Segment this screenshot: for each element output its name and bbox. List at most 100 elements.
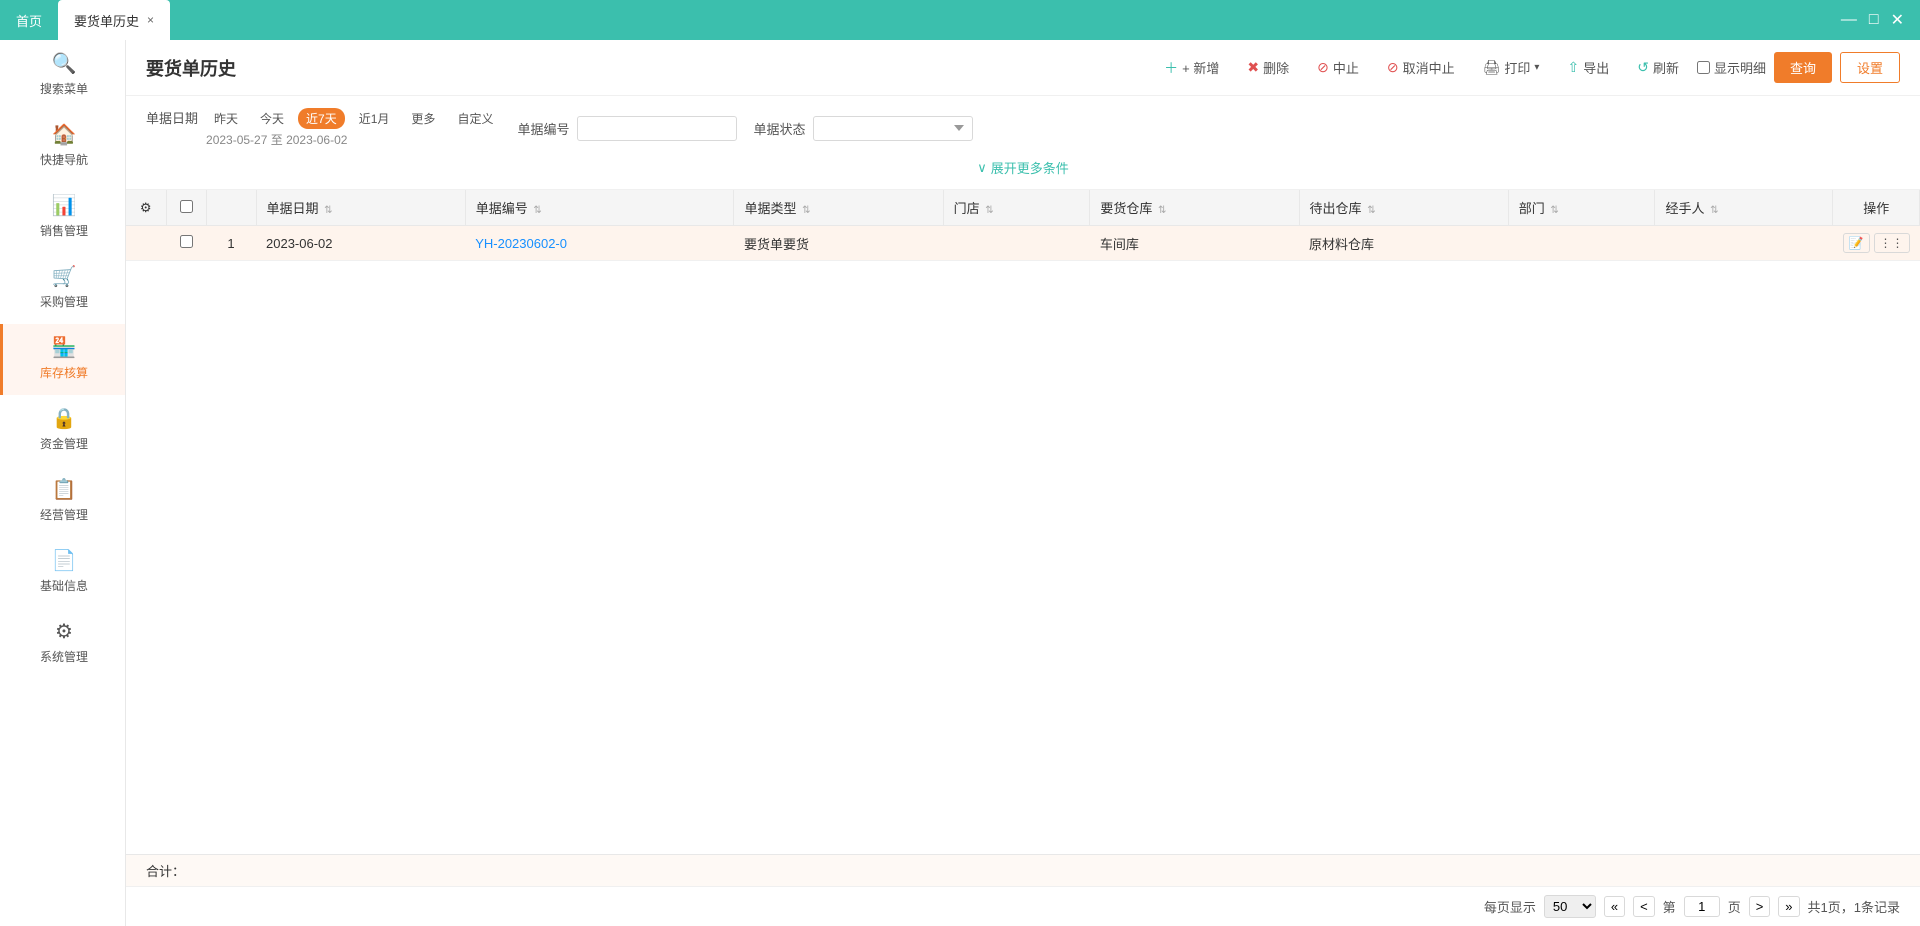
row-checkbox[interactable] (180, 235, 193, 248)
chip-custom[interactable]: 自定义 (449, 108, 501, 129)
row-more-button[interactable]: ⋮⋮ (1874, 233, 1910, 253)
chip-yesterday[interactable]: 昨天 (206, 108, 246, 129)
stop-button[interactable]: ⊘ 中止 (1307, 53, 1369, 82)
sort-type-icon[interactable]: ⇅ (802, 205, 810, 216)
td-num: 1 (206, 226, 256, 261)
td-settings (126, 226, 166, 261)
new-button[interactable]: ＋ + 新增 (1154, 53, 1229, 83)
ops-icon: 📋 (52, 480, 77, 500)
sidebar-item-inventory[interactable]: 🏪 库存核算 (0, 324, 125, 395)
sidebar-label-quick-nav: 快捷导航 (40, 151, 88, 168)
table-area: ⚙ 单据日期 ⇅ 单据编号 ⇅ (126, 190, 1920, 854)
order-no-input[interactable] (577, 116, 737, 141)
maximize-icon[interactable]: □ (1869, 11, 1879, 29)
pagination: 每页显示 10 20 50 100 « < 第 页 > » 共1页，1条记录 (126, 886, 1920, 926)
td-handler (1655, 226, 1833, 261)
plus-icon: ＋ (1164, 58, 1178, 78)
select-all-checkbox[interactable] (180, 200, 193, 213)
cancel-stop-icon: ⊘ (1387, 59, 1399, 76)
td-req-warehouse: 车间库 (1090, 226, 1299, 261)
sort-pending-warehouse-icon[interactable]: ⇅ (1367, 205, 1375, 216)
sidebar-item-finance[interactable]: 🔒 资金管理 (0, 395, 125, 466)
sidebar-item-purchase[interactable]: 🛒 采购管理 (0, 253, 125, 324)
row-type: 要货单要货 (744, 237, 809, 252)
tab-home-label: 首页 (16, 11, 42, 30)
tab-bar: 首页 要货单历史 × (0, 0, 1825, 40)
sort-req-warehouse-icon[interactable]: ⇅ (1158, 205, 1166, 216)
print-label: 打印 (1504, 58, 1530, 77)
cancel-stop-button[interactable]: ⊘ 取消中止 (1377, 53, 1465, 82)
display-cell-text: 显示明细 (1714, 58, 1766, 77)
td-op: 📝 ⋮⋮ (1833, 226, 1920, 261)
status-filter: 单据状态 (753, 116, 973, 141)
sidebar-item-quick-nav[interactable]: 🏠 快捷导航 (0, 111, 125, 182)
td-store (943, 226, 1090, 261)
sidebar-label-ops: 经营管理 (40, 506, 88, 523)
sidebar-item-ops[interactable]: 📋 经营管理 (0, 466, 125, 537)
first-page-button[interactable]: « (1604, 896, 1625, 917)
sidebar-item-base[interactable]: 📄 基础信息 (0, 537, 125, 608)
display-cell-label: 显示明细 (1697, 58, 1766, 77)
th-store: 门店 ⇅ (943, 190, 1090, 226)
close-tab-icon[interactable]: × (147, 13, 154, 27)
tab-home[interactable]: 首页 (0, 0, 58, 40)
delete-button[interactable]: ✖ 删除 (1237, 53, 1299, 82)
expand-chevron-icon: ∨ (977, 160, 987, 176)
order-no-filter: 单据编号 (517, 116, 737, 141)
settings-gear-icon[interactable]: ⚙ (140, 200, 152, 215)
export-button[interactable]: ⇧ 导出 (1557, 53, 1619, 82)
td-order-no: YH-20230602-0 (465, 226, 734, 261)
status-select[interactable] (813, 116, 973, 141)
row-edit-button[interactable]: 📝 (1843, 233, 1870, 253)
sort-handler-icon[interactable]: ⇅ (1710, 205, 1718, 216)
prev-page-button[interactable]: < (1633, 896, 1655, 917)
query-button[interactable]: 查询 (1774, 52, 1832, 83)
chip-today[interactable]: 今天 (252, 108, 292, 129)
page-number-input[interactable] (1684, 896, 1720, 917)
refresh-label: 刷新 (1653, 58, 1679, 77)
expand-more-btn[interactable]: ∨ 展开更多条件 (146, 154, 1900, 181)
th-type-label: 单据类型 (744, 201, 796, 216)
th-pending-warehouse: 待出仓库 ⇅ (1299, 190, 1508, 226)
sales-icon: 📊 (52, 196, 77, 216)
top-bar: 首页 要货单历史 × — □ ✕ (0, 0, 1920, 40)
chip-7days[interactable]: 近7天 (298, 108, 345, 129)
chip-more[interactable]: 更多 (403, 108, 443, 129)
tab-order-history[interactable]: 要货单历史 × (58, 0, 170, 40)
home-icon: 🏠 (52, 125, 77, 145)
total-info: 共1页，1条记录 (1808, 897, 1900, 916)
next-page-button[interactable]: > (1749, 896, 1771, 917)
sort-order-no-icon[interactable]: ⇅ (533, 205, 541, 216)
td-dept (1508, 226, 1655, 261)
setting-button[interactable]: 设置 (1840, 52, 1900, 83)
sidebar-item-search-menu[interactable]: 🔍 搜索菜单 (0, 40, 125, 111)
toolbar: ＋ + 新增 ✖ 删除 ⊘ 中止 ⊘ 取消中止 🖨 打印 (1154, 52, 1900, 83)
sidebar-label-purchase: 采购管理 (40, 293, 88, 310)
per-page-label: 每页显示 (1484, 897, 1536, 916)
export-icon: ⇧ (1567, 59, 1579, 76)
th-order-no-label: 单据编号 (476, 201, 528, 216)
th-req-warehouse-label: 要货仓库 (1100, 201, 1152, 216)
td-checkbox (166, 226, 206, 261)
row-order-no-link[interactable]: YH-20230602-0 (475, 236, 567, 251)
print-button[interactable]: 🖨 打印 ▾ (1473, 53, 1550, 82)
th-dept: 部门 ⇅ (1508, 190, 1655, 226)
status-label: 单据状态 (753, 119, 805, 138)
refresh-button[interactable]: ↺ 刷新 (1627, 53, 1689, 82)
date-chips: 昨天 今天 近7天 近1月 更多 自定义 (206, 108, 501, 129)
sort-store-icon[interactable]: ⇅ (985, 205, 993, 216)
per-page-select[interactable]: 10 20 50 100 (1544, 895, 1596, 918)
sort-dept-icon[interactable]: ⇅ (1550, 205, 1558, 216)
sidebar-item-sales[interactable]: 📊 销售管理 (0, 182, 125, 253)
stop-icon: ⊘ (1317, 59, 1329, 76)
display-cell-checkbox[interactable] (1697, 61, 1710, 74)
delete-label: 删除 (1263, 58, 1289, 77)
sort-date-icon[interactable]: ⇅ (324, 205, 332, 216)
last-page-button[interactable]: » (1778, 896, 1799, 917)
sidebar-item-system[interactable]: ⚙ 系统管理 (0, 608, 125, 679)
total-label: 合计： (146, 864, 185, 879)
minimize-icon[interactable]: — (1841, 11, 1857, 29)
close-icon[interactable]: ✕ (1891, 10, 1904, 30)
table-footer: 合计： (126, 854, 1920, 886)
chip-1month[interactable]: 近1月 (351, 108, 398, 129)
